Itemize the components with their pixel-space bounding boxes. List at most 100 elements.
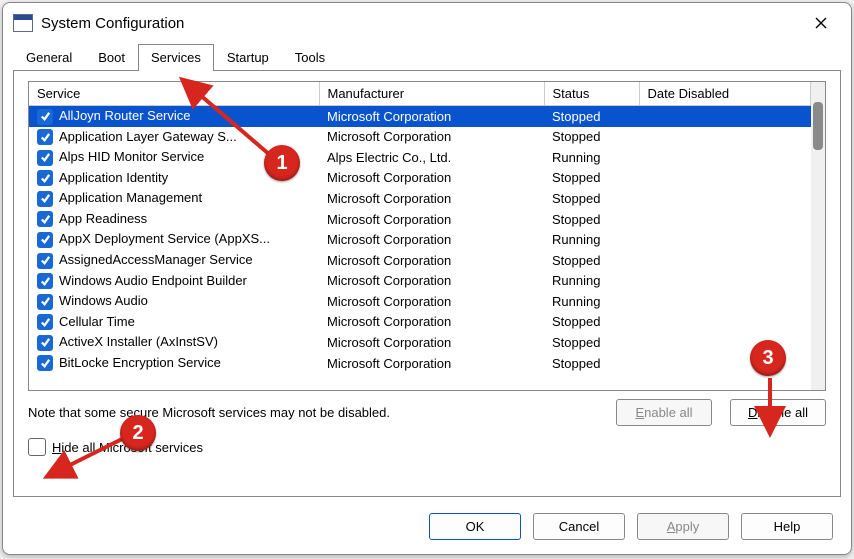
- tab-tools[interactable]: Tools: [282, 44, 338, 71]
- cell-date-disabled: [639, 312, 811, 333]
- row-checkbox[interactable]: [37, 170, 53, 186]
- table-row[interactable]: AppX Deployment Service (AppXS...Microso…: [29, 229, 811, 250]
- cell-manufacturer: Alps Electric Co., Ltd.: [319, 147, 544, 168]
- cell-date-disabled: [639, 209, 811, 230]
- cell-date-disabled: [639, 127, 811, 148]
- ok-button[interactable]: OK: [429, 513, 521, 540]
- vertical-scrollbar[interactable]: [811, 82, 825, 390]
- col-date-disabled[interactable]: Date Disabled: [639, 82, 811, 106]
- cell-status: Running: [544, 291, 639, 312]
- scrollbar-thumb[interactable]: [813, 102, 823, 150]
- tab-startup[interactable]: Startup: [214, 44, 282, 71]
- cell-service: Windows Audio Endpoint Builder: [29, 271, 319, 292]
- table-row[interactable]: Application Layer Gateway S...Microsoft …: [29, 127, 811, 148]
- cell-service: AppX Deployment Service (AppXS...: [29, 229, 319, 250]
- col-manufacturer[interactable]: Manufacturer: [319, 82, 544, 106]
- apply-button[interactable]: Apply: [637, 513, 729, 540]
- cell-service: App Readiness: [29, 209, 319, 230]
- cell-manufacturer: Microsoft Corporation: [319, 188, 544, 209]
- table-row[interactable]: Application ManagementMicrosoft Corporat…: [29, 188, 811, 209]
- table-row[interactable]: ActiveX Installer (AxInstSV)Microsoft Co…: [29, 332, 811, 353]
- cell-status: Stopped: [544, 127, 639, 148]
- cell-service: Application Management: [29, 188, 319, 209]
- cell-status: Running: [544, 271, 639, 292]
- table-row[interactable]: Windows Audio Endpoint BuilderMicrosoft …: [29, 271, 811, 292]
- cancel-button[interactable]: Cancel: [533, 513, 625, 540]
- cell-date-disabled: [639, 188, 811, 209]
- system-configuration-window: System Configuration General Boot Servic…: [2, 2, 852, 555]
- col-status[interactable]: Status: [544, 82, 639, 106]
- cell-manufacturer: Microsoft Corporation: [319, 332, 544, 353]
- table-row[interactable]: Cellular TimeMicrosoft CorporationStoppe…: [29, 312, 811, 333]
- row-checkbox[interactable]: [37, 273, 53, 289]
- cell-date-disabled: [639, 229, 811, 250]
- table-row[interactable]: Windows AudioMicrosoft CorporationRunnin…: [29, 291, 811, 312]
- annotation-badge-3: 3: [750, 340, 786, 376]
- app-icon: [13, 14, 33, 32]
- cell-service: Application Layer Gateway S...: [29, 127, 319, 148]
- cell-date-disabled: [639, 250, 811, 271]
- cell-date-disabled: [639, 106, 811, 127]
- row-checkbox[interactable]: [37, 232, 53, 248]
- cell-manufacturer: Microsoft Corporation: [319, 271, 544, 292]
- dialog-footer: OK Cancel Apply Help: [3, 503, 851, 554]
- window-title: System Configuration: [41, 15, 801, 32]
- row-checkbox[interactable]: [37, 335, 53, 351]
- cell-service: Cellular Time: [29, 312, 319, 333]
- cell-status: Stopped: [544, 188, 639, 209]
- row-checkbox[interactable]: [37, 355, 53, 371]
- row-checkbox[interactable]: [37, 294, 53, 310]
- tab-boot[interactable]: Boot: [85, 44, 138, 71]
- table-row[interactable]: Alps HID Monitor ServiceAlps Electric Co…: [29, 147, 811, 168]
- close-button[interactable]: [801, 9, 841, 37]
- help-button[interactable]: Help: [741, 513, 833, 540]
- cell-service: AssignedAccessManager Service: [29, 250, 319, 271]
- cell-manufacturer: Microsoft Corporation: [319, 353, 544, 374]
- annotation-badge-2: 2: [120, 415, 156, 451]
- cell-service: Windows Audio: [29, 291, 319, 312]
- row-checkbox[interactable]: [37, 150, 53, 166]
- disable-all-button[interactable]: Disable all: [730, 399, 826, 426]
- table-header-row: Service Manufacturer Status Date Disable…: [29, 82, 811, 106]
- tab-general[interactable]: General: [13, 44, 85, 71]
- enable-all-button[interactable]: Enable all: [616, 399, 712, 426]
- cell-date-disabled: [639, 168, 811, 189]
- cell-manufacturer: Microsoft Corporation: [319, 106, 544, 127]
- row-checkbox[interactable]: [37, 211, 53, 227]
- cell-manufacturer: Microsoft Corporation: [319, 250, 544, 271]
- cell-date-disabled: [639, 291, 811, 312]
- cell-date-disabled: [639, 271, 811, 292]
- tab-services[interactable]: Services: [138, 44, 214, 71]
- cell-manufacturer: Microsoft Corporation: [319, 168, 544, 189]
- cell-status: Stopped: [544, 209, 639, 230]
- cell-date-disabled: [639, 147, 811, 168]
- row-checkbox[interactable]: [37, 109, 53, 125]
- titlebar: System Configuration: [3, 3, 851, 43]
- cell-manufacturer: Microsoft Corporation: [319, 209, 544, 230]
- cell-status: Stopped: [544, 312, 639, 333]
- row-checkbox[interactable]: [37, 129, 53, 145]
- row-checkbox[interactable]: [37, 314, 53, 330]
- cell-status: Stopped: [544, 106, 639, 127]
- table-row[interactable]: App ReadinessMicrosoft CorporationStoppe…: [29, 209, 811, 230]
- table-row[interactable]: AllJoyn Router ServiceMicrosoft Corporat…: [29, 106, 811, 127]
- cell-service: ActiveX Installer (AxInstSV): [29, 332, 319, 353]
- annotation-badge-1: 1: [264, 145, 300, 181]
- close-icon: [814, 16, 828, 30]
- cell-service: BitLocke Encryption Service: [29, 353, 319, 374]
- cell-manufacturer: Microsoft Corporation: [319, 312, 544, 333]
- cell-status: Stopped: [544, 168, 639, 189]
- table-row[interactable]: AssignedAccessManager ServiceMicrosoft C…: [29, 250, 811, 271]
- cell-manufacturer: Microsoft Corporation: [319, 291, 544, 312]
- row-checkbox[interactable]: [37, 253, 53, 269]
- hide-ms-services-checkbox[interactable]: [28, 438, 46, 456]
- row-checkbox[interactable]: [37, 191, 53, 207]
- cell-manufacturer: Microsoft Corporation: [319, 229, 544, 250]
- tab-strip: General Boot Services Startup Tools: [3, 43, 851, 70]
- note-text: Note that some secure Microsoft services…: [28, 405, 598, 420]
- table-row[interactable]: BitLocke Encryption ServiceMicrosoft Cor…: [29, 353, 811, 374]
- table-row[interactable]: Application IdentityMicrosoft Corporatio…: [29, 168, 811, 189]
- cell-status: Running: [544, 147, 639, 168]
- cell-status: Running: [544, 229, 639, 250]
- col-service[interactable]: Service: [29, 82, 319, 106]
